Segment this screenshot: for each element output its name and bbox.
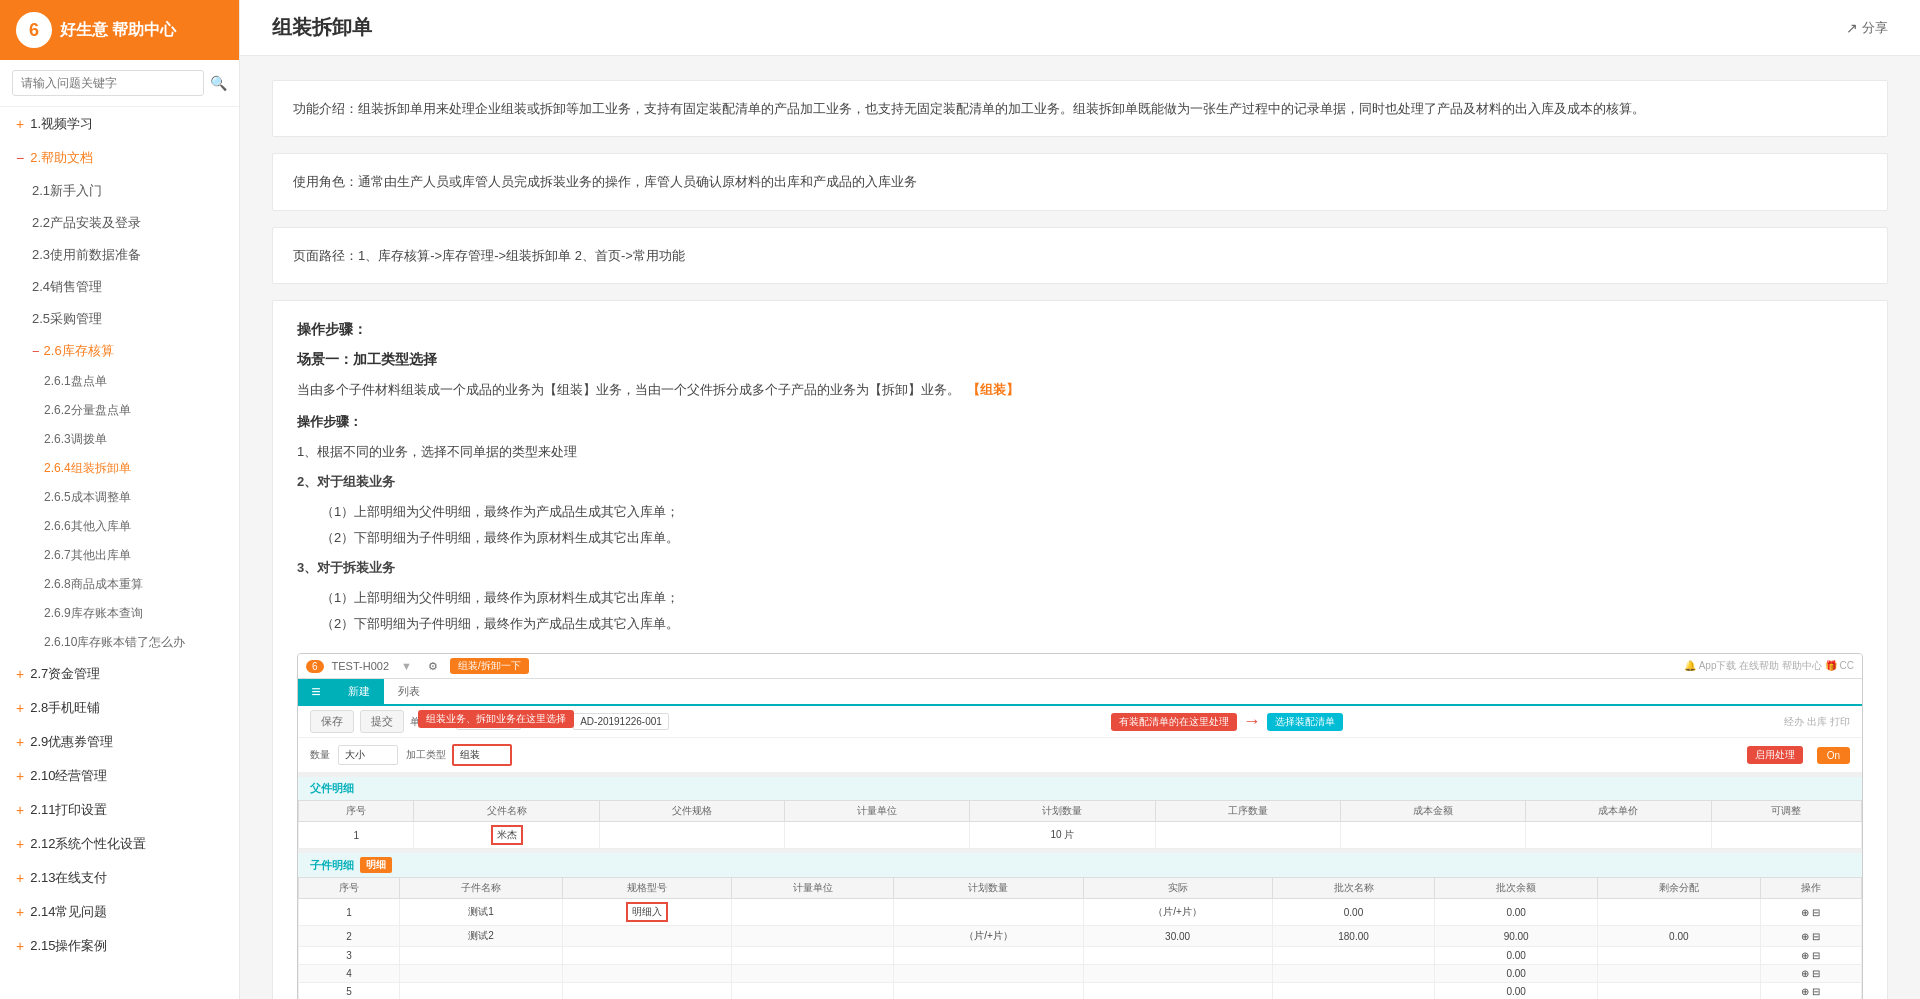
step2-2: （2）下部明细为子件明细，最终作为原材料生成其它出库单。: [297, 525, 1863, 551]
ops-title: 操作步骤：: [297, 321, 1863, 339]
sidebar-item-2.6.4[interactable]: 2.6.4组装拆卸单: [0, 454, 239, 483]
sidebar-item-2.9[interactable]: + 2.9优惠券管理: [0, 725, 239, 759]
sc-tab-new[interactable]: 新建: [334, 679, 384, 704]
sc-type-field[interactable]: 组装: [452, 744, 512, 766]
path-block: 页面路径：1、库存核算->库存管理->组装拆卸单 2、首页->常用功能: [272, 227, 1888, 284]
minus-icon-2.6: −: [32, 344, 40, 359]
search-input[interactable]: [12, 70, 204, 96]
sc-select-bom[interactable]: 选择装配清单: [1267, 713, 1343, 731]
main-header: 组装拆卸单 ↗ 分享: [240, 0, 1920, 56]
nav-sub-help: 2.1新手入门 2.2产品安装及登录 2.3使用前数据准备 2.4销售管理 2.…: [0, 175, 239, 657]
annotation1: 有装配清单的在这里处理: [1111, 713, 1237, 731]
step1: 1、根据不同的业务，选择不同单据的类型来处理: [297, 439, 1863, 465]
table-row: 1 米杰 10 片: [299, 822, 1862, 849]
page-title: 组装拆卸单: [272, 14, 372, 41]
sc-btn-save[interactable]: 保存: [310, 710, 354, 733]
logo-icon: 6: [16, 12, 52, 48]
sidebar-item-2.6.1[interactable]: 2.6.1盘点单: [0, 367, 239, 396]
sidebar-item-2.6.7[interactable]: 2.6.7其他出库单: [0, 541, 239, 570]
share-icon: ↗: [1846, 20, 1858, 36]
sidebar-item-help[interactable]: − 2.帮助文档: [0, 141, 239, 175]
sidebar-item-2.6.2[interactable]: 2.6.2分量盘点单: [0, 396, 239, 425]
sidebar-item-2.1[interactable]: 2.1新手入门: [0, 175, 239, 207]
content-area: 功能介绍：组装拆卸单用来处理企业组装或拆卸等加工业务，支持有固定装配清单的产品加…: [240, 56, 1920, 999]
share-button[interactable]: ↗ 分享: [1846, 19, 1888, 37]
sc-lower-table: 序号 子件名称 规格型号 计量单位 计划数量 实际 批次名称 批次余额 剩余分配…: [298, 877, 1862, 999]
scene-title: 场景一：加工类型选择: [297, 351, 1863, 369]
sidebar-item-2.4[interactable]: 2.4销售管理: [0, 271, 239, 303]
annotation3: 组装业务、拆卸业务在这里选择: [418, 710, 574, 728]
sidebar-item-2.6.3[interactable]: 2.6.3调拨单: [0, 425, 239, 454]
sidebar-item-2.12[interactable]: + 2.12系统个性化设置: [0, 827, 239, 861]
plus-icon-2.9: +: [16, 734, 24, 750]
sc-btn-create[interactable]: 组装/拆卸一下: [450, 658, 529, 674]
nav-section: + 1.视频学习 − 2.帮助文档 2.1新手入门 2.2产品安装及登录 2.3…: [0, 107, 239, 963]
plus-icon-2.14: +: [16, 904, 24, 920]
sc-lower-section: 子件明细 明细 序号 子件名称 规格型号 计量单位 计划数量 实际: [298, 853, 1862, 999]
sidebar-item-2.3[interactable]: 2.3使用前数据准备: [0, 239, 239, 271]
step2: 2、对于组装业务: [297, 469, 1863, 495]
step3-1: （1）上部明细为父件明细，最终作为原材料生成其它出库单；: [297, 585, 1863, 611]
ops-block: 操作步骤： 场景一：加工类型选择 当由多个子件材料组装成一个成品的业务为【组装】…: [272, 300, 1888, 999]
step3: 3、对于拆装业务: [297, 555, 1863, 581]
sidebar-item-2.8[interactable]: + 2.8手机旺铺: [0, 691, 239, 725]
sidebar-item-2.2[interactable]: 2.2产品安装及登录: [0, 207, 239, 239]
plus-icon-2.11: +: [16, 802, 24, 818]
annotation4: 启用处理: [1747, 746, 1803, 764]
sc-titlebar: 6 TEST-H002 ▼ ⚙ 组装/拆卸一下 🔔 App下载 在线帮助 帮助中…: [298, 654, 1862, 679]
search-button[interactable]: 🔍: [210, 75, 227, 91]
sidebar-item-2.10[interactable]: + 2.10经营管理: [0, 759, 239, 793]
sidebar-item-2.6.5[interactable]: 2.6.5成本调整单: [0, 483, 239, 512]
sidebar-item-2.5[interactable]: 2.5采购管理: [0, 303, 239, 335]
sidebar-item-2.15[interactable]: + 2.15操作案例: [0, 929, 239, 963]
sc-form-row2: 数量 大小 加工类型 组装 组装业务、拆卸业务在这里选择 启用处理 On: [298, 738, 1862, 773]
sidebar-item-2.6.9[interactable]: 2.6.9库存账本查询: [0, 599, 239, 628]
main-content: 组装拆卸单 ↗ 分享 功能介绍：组装拆卸单用来处理企业组装或拆卸等加工业务，支持…: [240, 0, 1920, 999]
plus-icon-2.15: +: [16, 938, 24, 954]
sc-nav-tabs: ≡ 新建 列表: [298, 679, 1862, 706]
table-row: 1 测试1 明细入 （片/+片） 0.00 0.00 ⊕ ⊟: [299, 899, 1862, 926]
intro-block: 功能介绍：组装拆卸单用来处理企业组装或拆卸等加工业务，支持有固定装配清单的产品加…: [272, 80, 1888, 137]
sc-btn-submit[interactable]: 提交: [360, 710, 404, 733]
step3-2: （2）下部明细为子件明细，最终作为产成品生成其它入库单。: [297, 611, 1863, 637]
sidebar-header: 6 好生意 帮助中心: [0, 0, 239, 60]
role-block: 使用角色：通常由生产人员或库管人员完成拆装业务的操作，库管人员确认原材料的出库和…: [272, 153, 1888, 210]
sidebar-item-2.11[interactable]: + 2.11打印设置: [0, 793, 239, 827]
sc-upper-section: 父件明细 序号 父件名称 父件规格 计量单位 计划数量 工序数量 成本金额: [298, 777, 1862, 849]
plus-icon-2.10: +: [16, 768, 24, 784]
sidebar-item-2.6[interactable]: − 2.6库存核算: [0, 335, 239, 367]
ops-subtitle: 操作步骤：: [297, 413, 1863, 431]
plus-icon-2.7: +: [16, 666, 24, 682]
plus-icon: +: [16, 116, 24, 132]
sidebar-item-2.7[interactable]: + 2.7资金管理: [0, 657, 239, 691]
screenshot: 6 TEST-H002 ▼ ⚙ 组装/拆卸一下 🔔 App下载 在线帮助 帮助中…: [297, 653, 1863, 999]
search-box: 🔍: [0, 60, 239, 107]
sc-enable-btn[interactable]: On: [1817, 747, 1850, 764]
sidebar: 6 好生意 帮助中心 🔍 + 1.视频学习 − 2.帮助文档 2.1新手入门 2…: [0, 0, 240, 999]
table-row: 30.00⊕ ⊟: [299, 947, 1862, 965]
table-row: 40.00⊕ ⊟: [299, 965, 1862, 983]
sc-upper-table: 序号 父件名称 父件规格 计量单位 计划数量 工序数量 成本金额 成本单价 可调…: [298, 800, 1862, 849]
table-row: 2 测试2 （片/+片） 30.00 180.00 90.00 0.00 ⊕ ⊟: [299, 926, 1862, 947]
scene-desc: 当由多个子件材料组装成一个成品的业务为【组装】业务，当由一个父件拆分成多个子产品…: [297, 377, 1863, 403]
plus-icon-2.13: +: [16, 870, 24, 886]
step2-1: （1）上部明细为父件明细，最终作为产成品生成其它入库单；: [297, 499, 1863, 525]
plus-icon-2.8: +: [16, 700, 24, 716]
table-row: 50.00⊕ ⊟: [299, 983, 1862, 999]
sc-tab-list[interactable]: 列表: [384, 679, 434, 704]
sidebar-item-2.13[interactable]: + 2.13在线支付: [0, 861, 239, 895]
plus-icon-2.12: +: [16, 836, 24, 852]
sidebar-item-video[interactable]: + 1.视频学习: [0, 107, 239, 141]
sidebar-item-2.6.10[interactable]: 2.6.10库存账本错了怎么办: [0, 628, 239, 657]
sidebar-item-2.6.8[interactable]: 2.6.8商品成本重算: [0, 570, 239, 599]
site-title: 好生意 帮助中心: [60, 20, 176, 41]
minus-icon: −: [16, 150, 24, 166]
sidebar-item-2.6.6[interactable]: 2.6.6其他入库单: [0, 512, 239, 541]
sidebar-item-2.14[interactable]: + 2.14常见问题: [0, 895, 239, 929]
